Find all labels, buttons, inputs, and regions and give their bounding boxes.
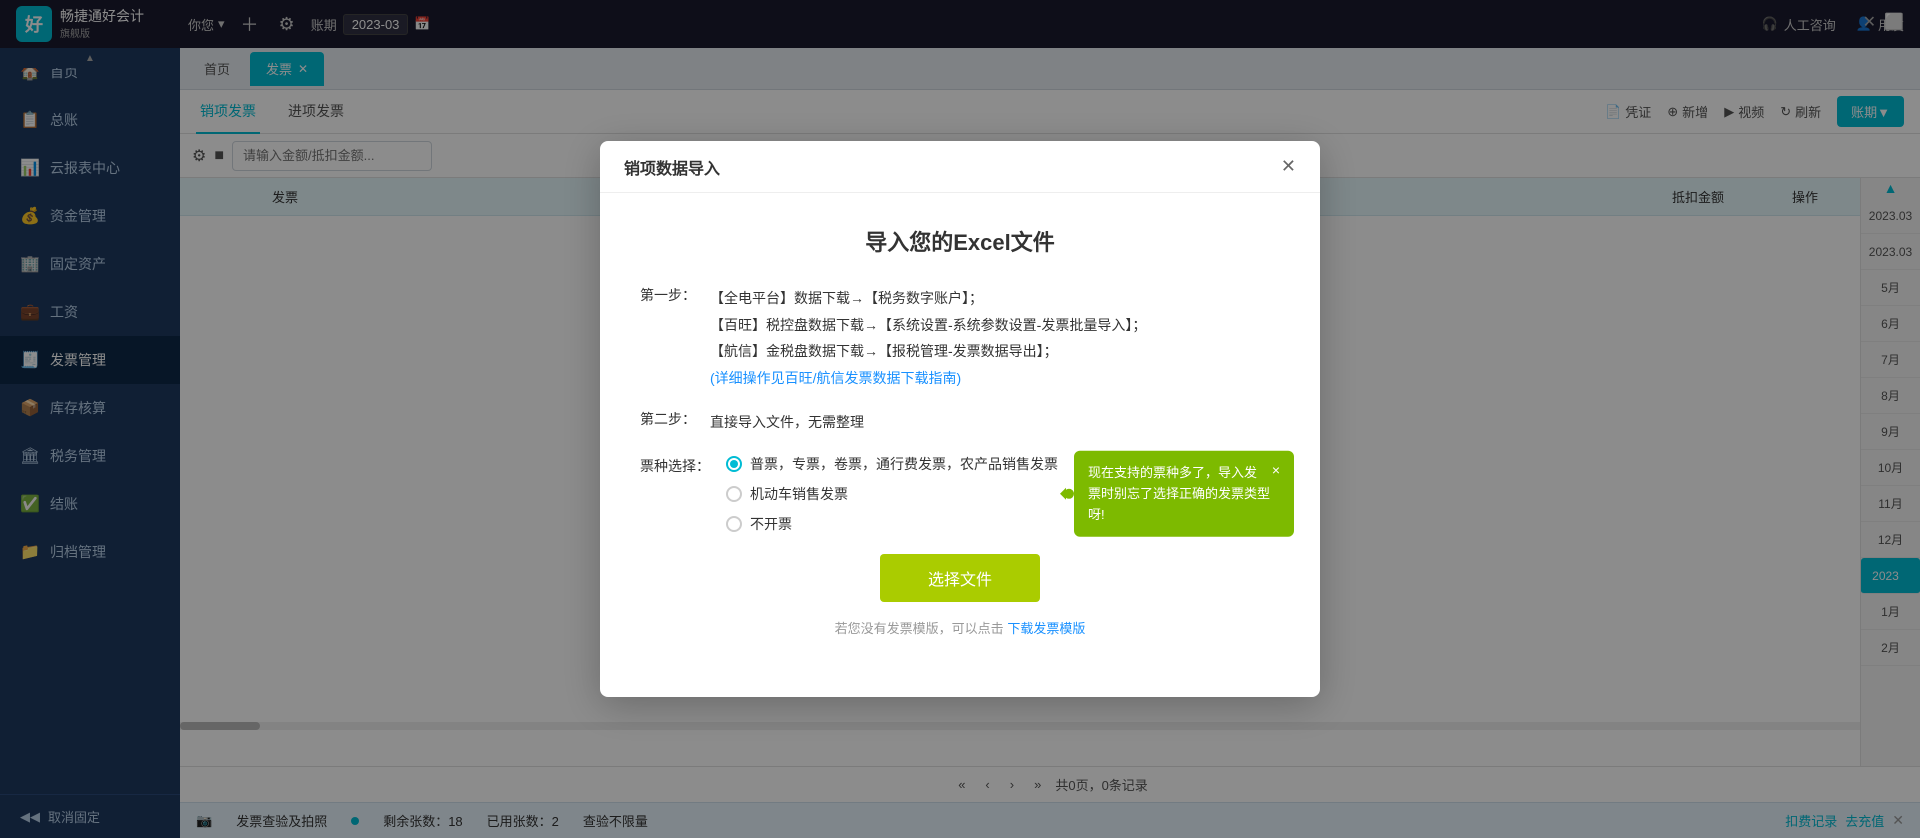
ticket-label-2: 机动车销售发票 (750, 484, 848, 504)
tooltip-bubble: × 现在支持的票种多了，导入发票时别忘了选择正确的发票类型呀! (1074, 451, 1294, 537)
radio-1[interactable] (726, 456, 742, 472)
step2-content: 直接导入文件，无需整理 (710, 409, 864, 436)
footer-text: 若您没有发票模版，可以点击 (835, 621, 1004, 636)
modal-overlay: 销项数据导入 ✕ 导入您的Excel文件 第一步： 【全电平台】数据下载→【税务… (0, 0, 1920, 838)
step1-row: 第一步： 【全电平台】数据下载→【税务数字账户】； 【百旺】税控盘数据下载→【系… (640, 285, 1280, 391)
modal-footer: 若您没有发票模版，可以点击 下载发票模版 (640, 618, 1280, 637)
step1-line3: 【航信】金税盘数据下载→【报税管理-发票数据导出】； (710, 338, 1146, 365)
step1-label: 第一步： (640, 285, 710, 305)
ticket-label-3: 不开票 (750, 514, 792, 534)
modal-close-button[interactable]: ✕ (1281, 156, 1296, 177)
ticket-select-row: 票种选择： 普票，专票，卷票，通行费发票，农产品销售发票 机动车销售发票 (640, 454, 1280, 534)
ticket-options: 普票，专票，卷票，通行费发票，农产品销售发票 机动车销售发票 × 现在支持的票种… (726, 454, 1058, 534)
step1-line1: 【全电平台】数据下载→【税务数字账户】； (710, 285, 1146, 312)
radio-3[interactable] (726, 516, 742, 532)
ticket-option-2[interactable]: 机动车销售发票 × 现在支持的票种多了，导入发票时别忘了选择正确的发票类型呀! (726, 484, 1058, 504)
modal-main-title: 导入您的Excel文件 (640, 225, 1280, 257)
step2-row: 第二步： 直接导入文件，无需整理 (640, 409, 1280, 436)
ticket-option-1[interactable]: 普票，专票，卷票，通行费发票，农产品销售发票 (726, 454, 1058, 474)
ticket-option-3[interactable]: 不开票 (726, 514, 1058, 534)
step1-line2: 【百旺】税控盘数据下载→【系统设置-系统参数设置-发票批量导入】； (710, 312, 1146, 339)
modal-title: 销项数据导入 (624, 155, 720, 179)
tooltip-close-button[interactable]: × (1272, 463, 1280, 477)
modal-header: 销项数据导入 ✕ (600, 141, 1320, 193)
select-file-button[interactable]: 选择文件 (880, 554, 1040, 602)
ticket-select-label: 票种选择： (640, 454, 710, 476)
tooltip-arrow (1060, 488, 1066, 500)
step2-label: 第二步： (640, 409, 710, 429)
import-modal: 销项数据导入 ✕ 导入您的Excel文件 第一步： 【全电平台】数据下载→【税务… (600, 141, 1320, 697)
step1-content: 【全电平台】数据下载→【税务数字账户】； 【百旺】税控盘数据下载→【系统设置-系… (710, 285, 1146, 391)
radio-dot-1 (730, 460, 738, 468)
download-guide-link[interactable]: (详细操作见百旺/航信发票数据下载指南) (710, 370, 961, 386)
download-template-link[interactable]: 下载发票模版 (1007, 621, 1085, 636)
tooltip-text: 现在支持的票种多了，导入发票时别忘了选择正确的发票类型呀! (1088, 465, 1270, 522)
radio-2[interactable] (726, 486, 742, 502)
modal-body: 导入您的Excel文件 第一步： 【全电平台】数据下载→【税务数字账户】； 【百… (600, 193, 1320, 657)
ticket-label-1: 普票，专票，卷票，通行费发票，农产品销售发票 (750, 454, 1058, 474)
